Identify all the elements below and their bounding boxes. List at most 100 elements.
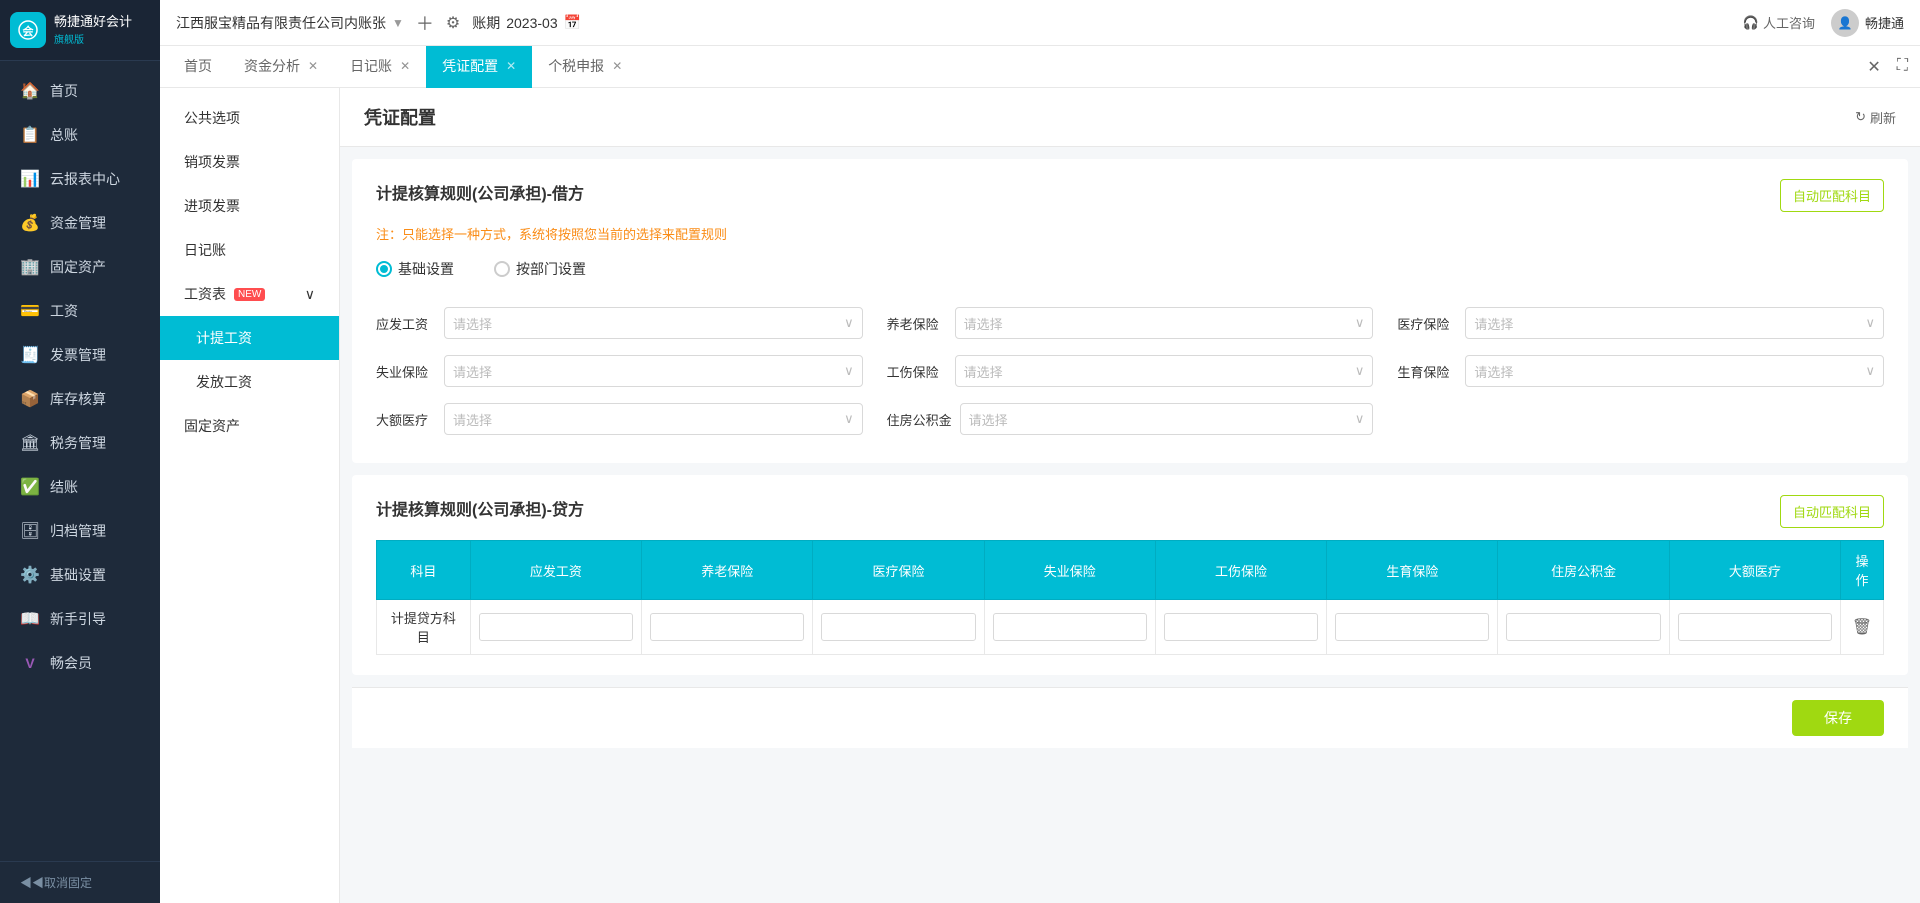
select-placeholder: 请选择: [1474, 314, 1513, 333]
tab-tax-close[interactable]: ✕: [612, 59, 622, 73]
select-zhufang[interactable]: 请选择 ∨: [960, 403, 1374, 435]
menu-item-calc-salary[interactable]: 计提工资: [160, 316, 339, 360]
tab-diary[interactable]: 日记账 ✕: [334, 46, 426, 88]
input-yingfa[interactable]: [479, 613, 633, 641]
sidebar-item-assets[interactable]: 🏢 固定资产: [0, 245, 160, 289]
chevron-down-icon: ∨: [1355, 315, 1365, 331]
debit-form: 应发工资 请选择 ∨ 养老保险 请选择 ∨ 医疗: [376, 299, 1884, 443]
tab-home-label: 首页: [184, 56, 212, 76]
support-label: 人工咨询: [1763, 13, 1815, 32]
sidebar-item-reports[interactable]: 📊 云报表中心: [0, 157, 160, 201]
credit-table: 科目 应发工资 养老保险 医疗保险 失业保险 工伤保险 生育保险 住房公积金 大…: [376, 540, 1884, 655]
sidebar-item-archive[interactable]: 🗄 归档管理: [0, 509, 160, 553]
input-gongshang[interactable]: [1164, 613, 1318, 641]
select-yiliao[interactable]: 请选择 ∨: [1465, 307, 1884, 339]
tab-funds[interactable]: 资金分析 ✕: [228, 46, 334, 88]
select-shengyu[interactable]: 请选择 ∨: [1465, 355, 1884, 387]
menu-item-public[interactable]: 公共选项: [160, 96, 339, 140]
main-area: 江西服宝精品有限责任公司内账张 ▼ ＋ ⚙ 账期 2023-03 📅 🎧 人工咨…: [160, 0, 1920, 903]
tabs-actions: ✕ ⛶: [1863, 53, 1912, 81]
company-selector[interactable]: 江西服宝精品有限责任公司内账张 ▼: [176, 13, 404, 33]
expand-tab-button[interactable]: ⛶: [1893, 53, 1912, 81]
sidebar-item-label: 税务管理: [50, 433, 106, 453]
chevron-down-icon: ∨: [844, 411, 854, 427]
menu-item-diary[interactable]: 日记账: [160, 228, 339, 272]
menu-item-sales[interactable]: 销项发票: [160, 140, 339, 184]
logo-area: 会 畅捷通好会计 旗舰版: [0, 0, 160, 61]
setting-icon[interactable]: ⚙: [446, 13, 460, 33]
save-button[interactable]: 保存: [1792, 700, 1884, 736]
input-shiye[interactable]: [993, 613, 1147, 641]
sidebar-item-label: 发票管理: [50, 345, 106, 365]
tab-voucher[interactable]: 凭证配置 ✕: [426, 46, 532, 88]
radio-dept[interactable]: 按部门设置: [494, 259, 586, 279]
sidebar-item-tax[interactable]: 🏛 税务管理: [0, 421, 160, 465]
user-menu[interactable]: 👤 畅捷通: [1831, 9, 1904, 37]
sidebar-item-guide[interactable]: 📖 新手引导: [0, 597, 160, 641]
select-placeholder: 请选择: [453, 410, 492, 429]
sidebar-item-invoice[interactable]: 🧾 发票管理: [0, 333, 160, 377]
tab-tax[interactable]: 个税申报 ✕: [532, 46, 638, 88]
tab-voucher-close[interactable]: ✕: [506, 59, 516, 73]
sidebar-item-vip[interactable]: V 畅会员: [0, 641, 160, 685]
menu-item-pay-salary[interactable]: 发放工资: [160, 360, 339, 404]
menu-item-purchase[interactable]: 进项发票: [160, 184, 339, 228]
sidebar-item-ledger[interactable]: 📋 总账: [0, 113, 160, 157]
table-header-row: 科目 应发工资 养老保险 医疗保险 失业保险 工伤保险 生育保险 住房公积金 大…: [377, 541, 1884, 600]
sidebar-item-checkout[interactable]: ✅ 结账: [0, 465, 160, 509]
select-yingfa[interactable]: 请选择 ∨: [444, 307, 863, 339]
row-yanglao: [642, 600, 813, 655]
input-yanglao[interactable]: [650, 613, 804, 641]
close-tab-button[interactable]: ✕: [1863, 53, 1884, 81]
invoice-icon: 🧾: [20, 345, 40, 365]
credit-section-header: 计提核算规则(公司承担)-贷方 自动匹配科目: [376, 495, 1884, 528]
form-item-daeyiliao: 大额医疗 请选择 ∨: [376, 403, 863, 435]
col-yanglao: 养老保险: [642, 541, 813, 600]
delete-row-button[interactable]: 🗑: [1852, 619, 1872, 636]
debit-section-header: 计提核算规则(公司承担)-借方 自动匹配科目: [376, 179, 1884, 212]
menu-item-fixed-assets[interactable]: 固定资产: [160, 404, 339, 448]
col-zhufang: 住房公积金: [1498, 541, 1669, 600]
tab-funds-close[interactable]: ✕: [308, 59, 318, 73]
form-item-shengyu: 生育保险 请选择 ∨: [1397, 355, 1884, 387]
app-name: 畅捷通好会计: [54, 14, 132, 31]
radio-basic[interactable]: 基础设置: [376, 259, 454, 279]
table-row: 计提贷方科目 🗑: [377, 600, 1884, 655]
sidebar-item-inventory[interactable]: 📦 库存核算: [0, 377, 160, 421]
radio-basic-label: 基础设置: [398, 259, 454, 279]
sidebar: 会 畅捷通好会计 旗舰版 🏠 首页 📋 总账 📊 云报表中心 💰 资金管理 🏢 …: [0, 0, 160, 903]
add-account-button[interactable]: ＋: [416, 10, 434, 36]
input-daeyiliao[interactable]: [1678, 613, 1832, 641]
cancel-fixed-btn[interactable]: ◀◀取消固定: [0, 861, 160, 903]
tab-home[interactable]: 首页: [168, 46, 228, 88]
menu-item-salary-table[interactable]: 工资表 NEW ∨: [160, 272, 339, 316]
credit-section: 计提核算规则(公司承担)-贷方 自动匹配科目 科目 应发工资 养老保险 医疗保险…: [352, 475, 1908, 675]
debit-auto-match-button[interactable]: 自动匹配科目: [1780, 179, 1884, 212]
menu-label: 销项发票: [184, 154, 240, 170]
row-subject: 计提贷方科目: [377, 600, 471, 655]
sidebar-item-home[interactable]: 🏠 首页: [0, 69, 160, 113]
input-yiliao[interactable]: [821, 613, 975, 641]
input-shengyu[interactable]: [1335, 613, 1489, 641]
support-button[interactable]: 🎧 人工咨询: [1743, 13, 1815, 32]
sidebar-item-funds[interactable]: 💰 资金管理: [0, 201, 160, 245]
menu-label: 日记账: [184, 242, 226, 258]
sidebar-item-salary[interactable]: 💳 工资: [0, 289, 160, 333]
form-item-yiliao: 医疗保险 请选择 ∨: [1397, 307, 1884, 339]
tab-diary-close[interactable]: ✕: [400, 59, 410, 73]
credit-auto-match-button[interactable]: 自动匹配科目: [1780, 495, 1884, 528]
refresh-button[interactable]: ↻ 刷新: [1855, 108, 1896, 127]
input-zhufang[interactable]: [1506, 613, 1660, 641]
select-daeyiliao[interactable]: 请选择 ∨: [444, 403, 863, 435]
sidebar-item-label: 资金管理: [50, 213, 106, 233]
tab-voucher-label: 凭证配置: [442, 56, 498, 76]
select-gongshang[interactable]: 请选择 ∨: [955, 355, 1374, 387]
radio-group: 基础设置 按部门设置: [376, 259, 1884, 279]
select-shiye[interactable]: 请选择 ∨: [444, 355, 863, 387]
select-yanglao[interactable]: 请选择 ∨: [955, 307, 1374, 339]
sidebar-item-settings[interactable]: ⚙️ 基础设置: [0, 553, 160, 597]
period-selector[interactable]: 账期 2023-03 📅: [472, 13, 581, 33]
label-yingfa: 应发工资: [376, 314, 436, 333]
tab-diary-label: 日记账: [350, 56, 392, 76]
debit-section-title: 计提核算规则(公司承担)-借方: [376, 180, 584, 204]
